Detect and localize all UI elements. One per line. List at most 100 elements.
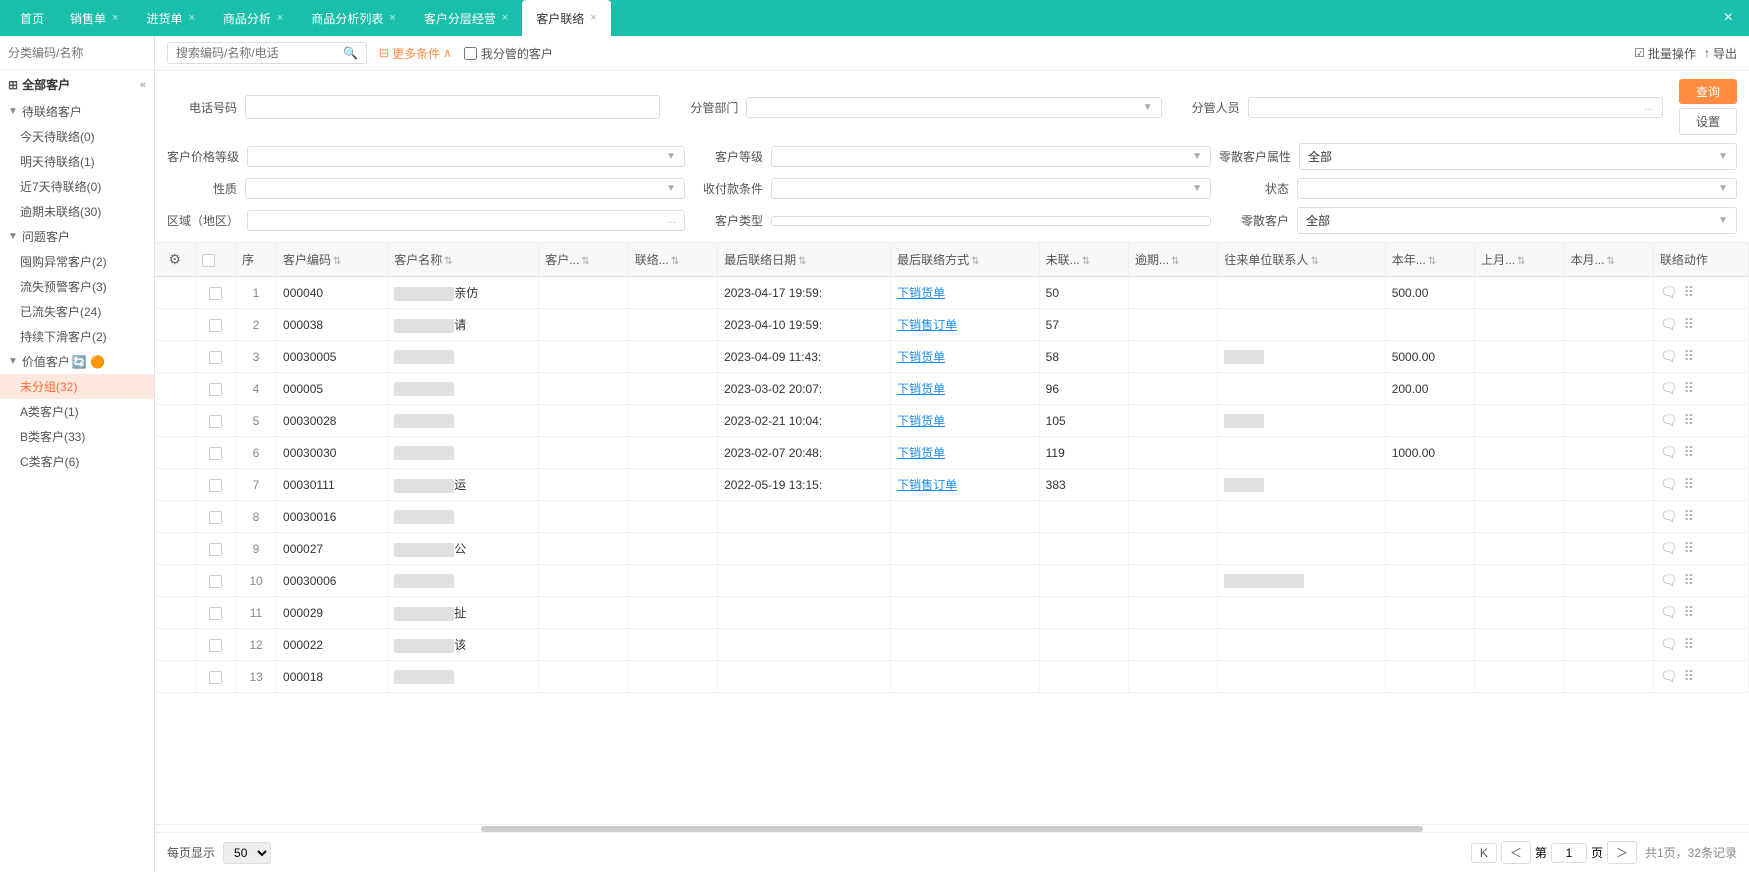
gender-select[interactable]: ▼ xyxy=(245,178,685,199)
tab-customer-contact[interactable]: 客户联络 × xyxy=(522,0,610,36)
sidebar-item-today-pending[interactable]: 今天待联络(0) xyxy=(0,124,154,149)
contact-method-link-0[interactable]: 下销货单 xyxy=(897,286,945,300)
contact-method-link-3[interactable]: 下销货单 xyxy=(897,382,945,396)
tab-purchase[interactable]: 进货单 × xyxy=(132,0,208,36)
th-this-month[interactable]: 本月...⇅ xyxy=(1564,243,1653,277)
page-size-select[interactable]: 50 xyxy=(223,842,271,864)
row-checkbox-5[interactable] xyxy=(209,447,222,460)
sidebar-item-a-class[interactable]: A类客户(1) xyxy=(0,399,154,424)
next-page-btn[interactable]: ＞ xyxy=(1607,841,1637,864)
header-checkbox[interactable] xyxy=(202,254,215,267)
row-checkbox-1[interactable] xyxy=(209,319,222,332)
sidebar-collapse-btn[interactable]: « xyxy=(140,79,146,91)
row-checkbox-9[interactable] xyxy=(209,575,222,588)
action-contact-icon-11[interactable]: 🗨 xyxy=(1660,636,1678,653)
th-uncontacted[interactable]: 未联...⇅ xyxy=(1039,243,1128,277)
sidebar-item-c-class[interactable]: C类客户(6) xyxy=(0,449,154,474)
settings-gear-icon[interactable]: ⚙ xyxy=(168,251,181,267)
score-group[interactable]: ▼ 价值客户 🔄 🟠 xyxy=(0,349,154,374)
sidebar-item-week-pending[interactable]: 近7天待联络(0) xyxy=(0,174,154,199)
action-more-icon-11[interactable]: ⠿ xyxy=(1684,636,1694,653)
action-contact-icon-7[interactable]: 🗨 xyxy=(1660,508,1678,525)
area-select[interactable]: … xyxy=(247,210,685,231)
action-more-icon-7[interactable]: ⠿ xyxy=(1684,508,1694,525)
batch-ops-btn[interactable]: ☑ 批量操作 xyxy=(1634,45,1696,62)
th-contact[interactable]: 联络...⇅ xyxy=(628,243,717,277)
row-checkbox-10[interactable] xyxy=(209,607,222,620)
row-checkbox-6[interactable] xyxy=(209,479,222,492)
action-contact-icon-12[interactable]: 🗨 xyxy=(1660,668,1678,685)
first-page-btn[interactable]: K xyxy=(1471,843,1497,863)
customer-type-select[interactable] xyxy=(771,216,1211,226)
th-unit-contact[interactable]: 往来单位联系人⇅ xyxy=(1218,243,1385,277)
contact-method-link-6[interactable]: 下销售订单 xyxy=(897,478,957,492)
row-checkbox-3[interactable] xyxy=(209,383,222,396)
sidebar-item-unsorted[interactable]: 未分组(32) xyxy=(0,374,154,399)
action-more-icon-6[interactable]: ⠿ xyxy=(1684,476,1694,493)
action-contact-icon-0[interactable]: 🗨 xyxy=(1660,284,1678,301)
global-close-btn[interactable]: × xyxy=(1716,9,1741,27)
tab-product-list[interactable]: 商品分析列表 × xyxy=(297,0,409,36)
action-contact-icon-2[interactable]: 🗨 xyxy=(1660,348,1678,365)
action-more-icon-12[interactable]: ⠿ xyxy=(1684,668,1694,685)
tab-customer-segment-close[interactable]: × xyxy=(502,12,508,24)
th-settings[interactable]: ⚙ xyxy=(155,243,195,277)
search-btn[interactable]: 查询 xyxy=(1679,79,1737,104)
action-more-icon-5[interactable]: ⠿ xyxy=(1684,444,1694,461)
more-conditions-btn[interactable]: ⊟ 更多条件 ∧ xyxy=(379,45,452,62)
retail-customer-select[interactable]: 全部 ▼ xyxy=(1297,207,1737,234)
payment-select[interactable]: ▼ xyxy=(771,178,1211,199)
action-more-icon-3[interactable]: ⠿ xyxy=(1684,380,1694,397)
sidebar-all-customers[interactable]: ⊞ 全部客户 « xyxy=(0,70,154,99)
action-contact-icon-1[interactable]: 🗨 xyxy=(1660,316,1678,333)
tab-purchase-close[interactable]: × xyxy=(188,12,194,24)
prev-page-btn[interactable]: ＜ xyxy=(1501,841,1531,864)
tab-customer-contact-close[interactable]: × xyxy=(590,12,596,24)
contact-method-link-2[interactable]: 下销货单 xyxy=(897,350,945,364)
action-more-icon-0[interactable]: ⠿ xyxy=(1684,284,1694,301)
reset-btn[interactable]: 设置 xyxy=(1679,108,1737,135)
sidebar-item-churned[interactable]: 已流失客户(24) xyxy=(0,299,154,324)
tab-home[interactable]: 首页 xyxy=(8,0,56,36)
th-code[interactable]: 客户编码⇅ xyxy=(277,243,388,277)
main-search-input[interactable] xyxy=(176,46,343,60)
price-level-select[interactable]: ▼ xyxy=(247,146,685,167)
th-overdue[interactable]: 逾期...⇅ xyxy=(1129,243,1218,277)
row-checkbox-4[interactable] xyxy=(209,415,222,428)
my-customers-checkbox[interactable] xyxy=(464,47,477,60)
page-input[interactable] xyxy=(1551,843,1587,863)
sidebar-item-b-class[interactable]: B类客户(33) xyxy=(0,424,154,449)
row-checkbox-0[interactable] xyxy=(209,287,222,300)
action-more-icon-10[interactable]: ⠿ xyxy=(1684,604,1694,621)
action-contact-icon-3[interactable]: 🗨 xyxy=(1660,380,1678,397)
action-more-icon-2[interactable]: ⠿ xyxy=(1684,348,1694,365)
action-contact-icon-9[interactable]: 🗨 xyxy=(1660,572,1678,589)
sidebar-item-hoarding-abnormal[interactable]: 囤购异常客户(2) xyxy=(0,249,154,274)
export-btn[interactable]: ↑ 导出 xyxy=(1704,45,1737,62)
action-more-icon-8[interactable]: ⠿ xyxy=(1684,540,1694,557)
sidebar-item-churn-warning[interactable]: 流失预警客户(3) xyxy=(0,274,154,299)
th-type[interactable]: 客户...⇅ xyxy=(539,243,628,277)
tab-customer-segment[interactable]: 客户分层经营 × xyxy=(410,0,522,36)
problem-group[interactable]: ▼ 问题客户 xyxy=(0,224,154,249)
row-checkbox-2[interactable] xyxy=(209,351,222,364)
action-more-icon-9[interactable]: ⠿ xyxy=(1684,572,1694,589)
staff-select[interactable]: … xyxy=(1248,97,1663,118)
th-last-method[interactable]: 最后联络方式⇅ xyxy=(891,243,1040,277)
row-checkbox-7[interactable] xyxy=(209,511,222,524)
action-contact-icon-4[interactable]: 🗨 xyxy=(1660,412,1678,429)
sidebar-search-input[interactable] xyxy=(8,46,155,60)
status-select[interactable]: ▼ xyxy=(1297,178,1737,199)
action-more-icon-1[interactable]: ⠿ xyxy=(1684,316,1694,333)
action-contact-icon-6[interactable]: 🗨 xyxy=(1660,476,1678,493)
row-checkbox-11[interactable] xyxy=(209,639,222,652)
contact-method-link-4[interactable]: 下销货单 xyxy=(897,414,945,428)
phone-input[interactable] xyxy=(245,95,660,119)
action-contact-icon-5[interactable]: 🗨 xyxy=(1660,444,1678,461)
action-more-icon-4[interactable]: ⠿ xyxy=(1684,412,1694,429)
th-name[interactable]: 客户名称⇅ xyxy=(388,243,539,277)
action-contact-icon-10[interactable]: 🗨 xyxy=(1660,604,1678,621)
customer-level-select[interactable]: ▼ xyxy=(771,146,1211,167)
th-last-date[interactable]: 最后联络日期⇅ xyxy=(718,243,891,277)
tab-product-analysis-close[interactable]: × xyxy=(277,12,283,24)
